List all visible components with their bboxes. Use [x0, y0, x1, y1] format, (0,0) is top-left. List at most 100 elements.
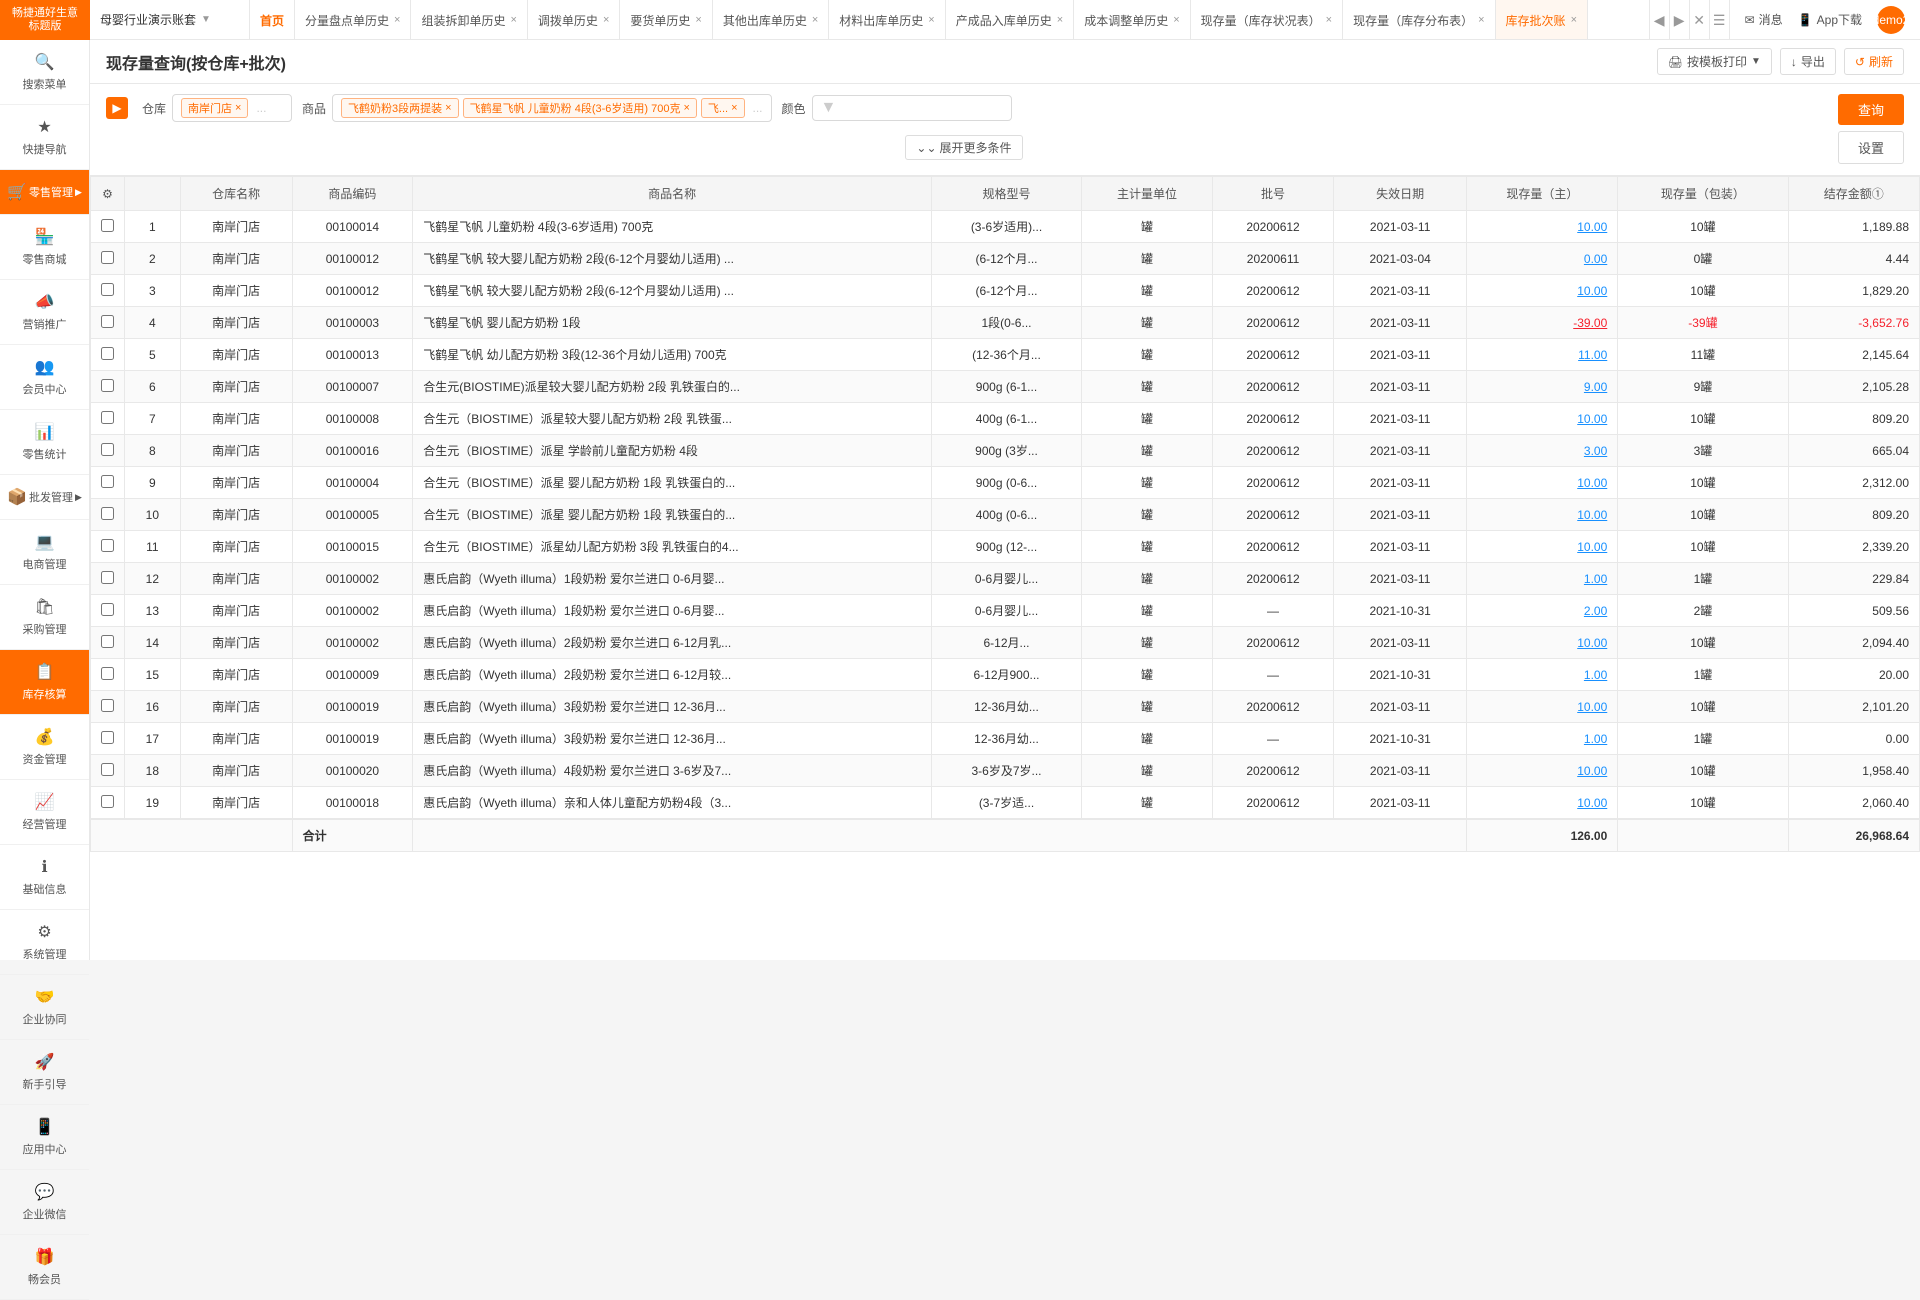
sidebar-item-wechat[interactable]: 💬 企业微信 [0, 1170, 89, 1235]
row-checkbox[interactable] [91, 723, 125, 755]
tab-4[interactable]: 要货单历史× [620, 0, 712, 39]
print-button[interactable]: 🖨 按模板打印 ▼ [1657, 48, 1772, 75]
col-qty-main[interactable]: 现存量（主） [1467, 177, 1618, 211]
close-icon[interactable]: × [603, 14, 609, 26]
tab-8[interactable]: 成本调整单历史× [1074, 0, 1190, 39]
close-icon[interactable]: × [394, 14, 400, 26]
row-qty-main[interactable]: 10.00 [1467, 691, 1618, 723]
sidebar-item-guide[interactable]: 🚀 新手引导 [0, 1040, 89, 1105]
avatar[interactable]: demo2 [1877, 6, 1905, 34]
col-unit[interactable]: 主计量单位 [1081, 177, 1212, 211]
sidebar-item-marketing[interactable]: 📣 营销推广 [0, 280, 89, 345]
row-qty-main[interactable]: 2.00 [1467, 595, 1618, 627]
tab-close-btn[interactable]: ✕ [1689, 0, 1709, 40]
row-checkbox[interactable] [91, 211, 125, 243]
col-settings[interactable]: ⚙ [91, 177, 125, 211]
row-qty-main[interactable]: 10.00 [1467, 531, 1618, 563]
row-qty-main[interactable]: 10.00 [1467, 755, 1618, 787]
row-qty-main[interactable]: 10.00 [1467, 499, 1618, 531]
tab-next-btn[interactable]: ▶ [1669, 0, 1689, 40]
sidebar-item-mall[interactable]: 🏪 零售商城 [0, 215, 89, 280]
sidebar-item-stats[interactable]: 📊 零售统计 [0, 410, 89, 475]
remove-product-tag-2[interactable]: × [683, 102, 689, 114]
sidebar-item-operations[interactable]: 📈 经营管理 [0, 780, 89, 845]
refresh-button[interactable]: ↺ 刷新 [1844, 48, 1904, 75]
sidebar-item-system[interactable]: ⚙ 系统管理 [0, 910, 89, 975]
remove-warehouse-tag[interactable]: × [235, 102, 241, 114]
tab-5[interactable]: 其他出库单历史× [713, 0, 829, 39]
settings-button[interactable]: 设置 [1838, 131, 1904, 164]
close-icon[interactable]: × [1571, 14, 1577, 26]
row-qty-main[interactable]: 1.00 [1467, 659, 1618, 691]
sidebar-item-members[interactable]: 👥 会员中心 [0, 345, 89, 410]
row-checkbox[interactable] [91, 659, 125, 691]
tab-9[interactable]: 现存量（库存状况表）× [1191, 0, 1343, 39]
remove-product-tag-1[interactable]: × [445, 102, 451, 114]
account-dropdown[interactable]: 母婴行业演示账套 ▼ [90, 0, 250, 39]
row-qty-main[interactable]: 10.00 [1467, 627, 1618, 659]
sidebar-item-search[interactable]: 🔍 搜索菜单 [0, 40, 89, 105]
col-warehouse[interactable]: 仓库名称 [180, 177, 292, 211]
sidebar-item-ecommerce[interactable]: 💻 电商管理 [0, 520, 89, 585]
close-icon[interactable]: × [1173, 14, 1179, 26]
col-spec[interactable]: 规格型号 [932, 177, 1082, 211]
sidebar-item-inventory[interactable]: 📋 库存核算 [0, 650, 89, 715]
close-icon[interactable]: × [1478, 14, 1484, 26]
sidebar-item-basic[interactable]: ℹ 基础信息 [0, 845, 89, 910]
col-expire[interactable]: 失效日期 [1333, 177, 1467, 211]
row-checkbox[interactable] [91, 563, 125, 595]
row-checkbox[interactable] [91, 435, 125, 467]
warehouse-tag-container[interactable]: 南岸门店 × ... [172, 94, 292, 122]
tab-10[interactable]: 现存量（库存分布表）× [1343, 0, 1495, 39]
tab-menu-btn[interactable]: ☰ [1709, 0, 1729, 40]
app-download-btn[interactable]: 📱 App下载 [1798, 11, 1862, 28]
close-icon[interactable]: × [695, 14, 701, 26]
row-qty-main[interactable]: 0.00 [1467, 243, 1618, 275]
tab-1[interactable]: 分量盘点单历史× [295, 0, 411, 39]
sidebar-item-collab[interactable]: 🤝 企业协同 [0, 975, 89, 1040]
tab-home[interactable]: 首页 [250, 0, 295, 39]
row-checkbox[interactable] [91, 403, 125, 435]
row-qty-main[interactable]: 10.00 [1467, 211, 1618, 243]
close-icon[interactable]: × [1057, 14, 1063, 26]
message-btn[interactable]: ✉ 消息 [1745, 11, 1783, 28]
row-qty-main[interactable]: 10.00 [1467, 275, 1618, 307]
row-qty-main[interactable]: 11.00 [1467, 339, 1618, 371]
row-qty-main[interactable]: 1.00 [1467, 563, 1618, 595]
row-qty-main[interactable]: 9.00 [1467, 371, 1618, 403]
col-name[interactable]: 商品名称 [413, 177, 932, 211]
sidebar-item-members2[interactable]: 🎁 畅会员 [0, 1235, 89, 1300]
tab-3[interactable]: 调拨单历史× [528, 0, 620, 39]
query-button[interactable]: 查询 [1838, 94, 1904, 125]
row-checkbox[interactable] [91, 627, 125, 659]
export-button[interactable]: ↓ 导出 [1780, 48, 1836, 75]
row-qty-main[interactable]: 10.00 [1467, 787, 1618, 820]
row-qty-main[interactable]: 1.00 [1467, 723, 1618, 755]
col-batch[interactable]: 批号 [1213, 177, 1334, 211]
row-checkbox[interactable] [91, 691, 125, 723]
row-checkbox[interactable] [91, 531, 125, 563]
product-tag-container[interactable]: 飞鹤奶粉3段两提装 × 飞鹤星飞帆 儿童奶粉 4段(3-6岁适用) 700克 ×… [332, 94, 772, 122]
col-amount[interactable]: 结存金额① [1788, 177, 1919, 211]
row-checkbox[interactable] [91, 499, 125, 531]
row-qty-main[interactable]: 3.00 [1467, 435, 1618, 467]
tab-11[interactable]: 库存批次账× [1496, 0, 1588, 39]
close-icon[interactable]: × [928, 14, 934, 26]
sidebar-item-nav[interactable]: ★ 快捷导航 [0, 105, 89, 170]
row-checkbox[interactable] [91, 787, 125, 820]
filter-expand-btn[interactable]: ▶ [106, 97, 128, 119]
color-tag-container[interactable]: ▼ [812, 95, 1012, 121]
col-code[interactable]: 商品编码 [292, 177, 413, 211]
row-qty-main[interactable]: -39.00 [1467, 307, 1618, 339]
sidebar-item-wholesale[interactable]: 📦 批发管理 ▶ [0, 475, 89, 520]
row-checkbox[interactable] [91, 371, 125, 403]
sidebar-item-retail[interactable]: 🛒 零售管理 ▶ [0, 170, 89, 215]
tab-6[interactable]: 材料出库单历史× [829, 0, 945, 39]
row-checkbox[interactable] [91, 339, 125, 371]
tab-prev-btn[interactable]: ◀ [1649, 0, 1669, 40]
row-checkbox[interactable] [91, 275, 125, 307]
sidebar-item-finance[interactable]: 💰 资金管理 [0, 715, 89, 780]
sidebar-item-purchase[interactable]: 🛍 采购管理 [0, 585, 89, 650]
tab-7[interactable]: 产成品入库单历史× [946, 0, 1074, 39]
row-checkbox[interactable] [91, 243, 125, 275]
